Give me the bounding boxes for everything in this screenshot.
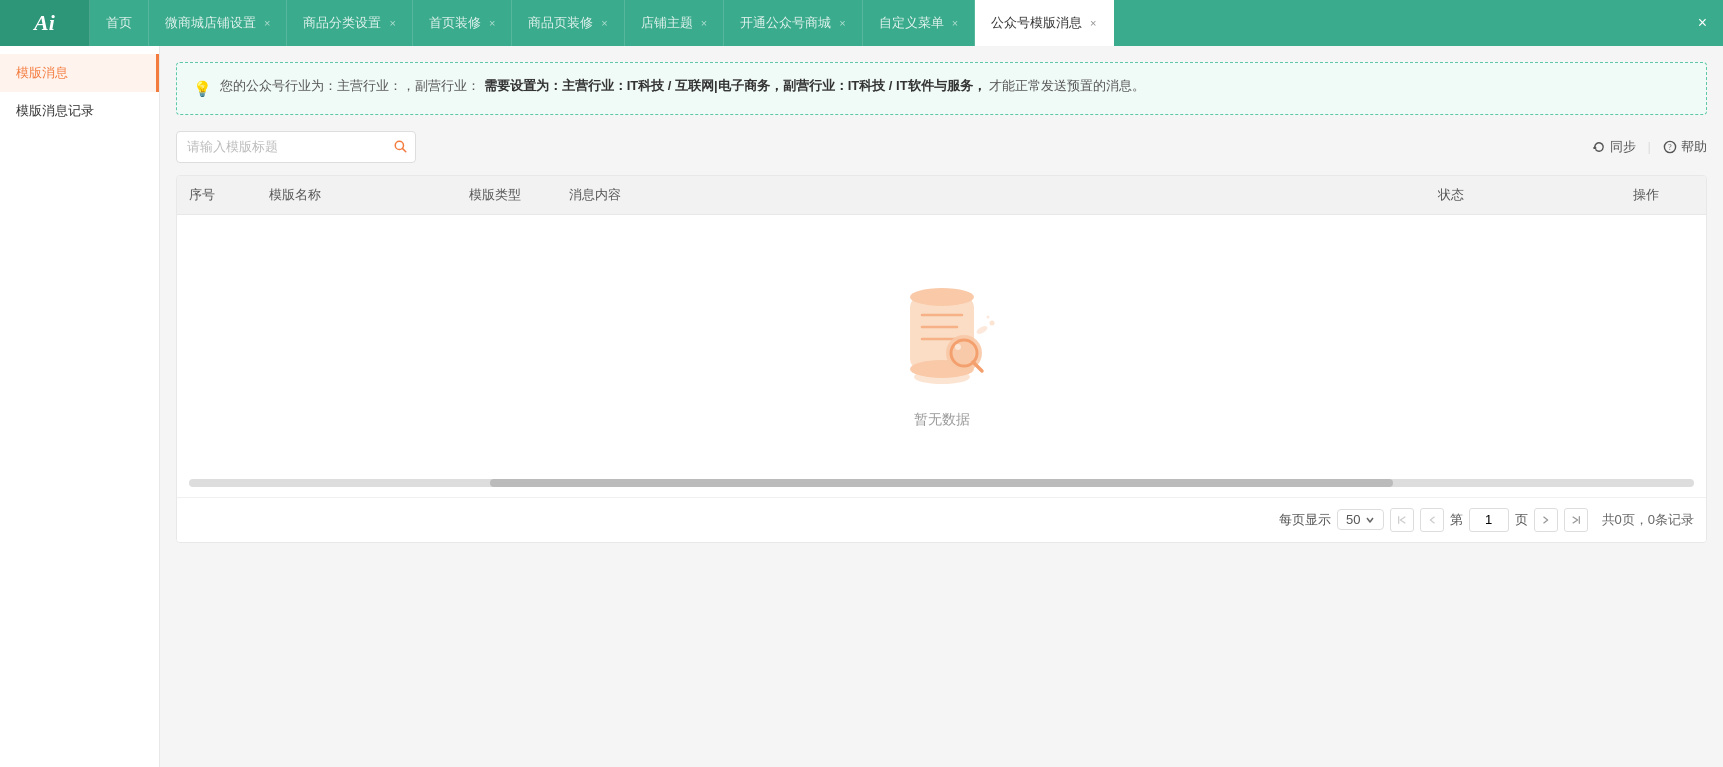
search-input[interactable] <box>176 131 416 163</box>
th-name: 模版名称 <box>257 176 457 214</box>
svg-line-1 <box>402 148 405 151</box>
svg-point-15 <box>975 324 988 335</box>
logo-area: Ai <box>0 0 90 46</box>
chevron-down-icon <box>1365 515 1375 525</box>
page-label: 第 <box>1450 511 1463 529</box>
prev-page-button[interactable] <box>1420 508 1444 532</box>
sidebar-item-template-msg[interactable]: 模版消息 <box>0 54 159 92</box>
search-button[interactable] <box>393 139 408 154</box>
notice-text: 您的公众号行业为：主营行业：，副营行业： 需要设置为：主营行业：IT科技 / 互… <box>220 75 1145 97</box>
divider: | <box>1648 139 1651 154</box>
nav-tab-open-mall[interactable]: 开通公众号商城 × <box>724 0 862 46</box>
nav-tab-close-template-msg[interactable]: × <box>1090 17 1096 29</box>
nav-tab-label-custom-menu: 自定义菜单 <box>879 14 944 32</box>
search-left <box>176 131 416 163</box>
nav-tab-label-home-decor: 首页装修 <box>429 14 481 32</box>
pagination: 每页显示 50 <box>177 497 1706 542</box>
page-size-value: 50 <box>1346 512 1360 527</box>
nav-tab-close-shop-settings[interactable]: × <box>264 17 270 29</box>
prev-page-icon <box>1428 515 1436 525</box>
search-icon <box>393 139 408 154</box>
sidebar-item-template-msg-log[interactable]: 模版消息记录 <box>0 92 159 130</box>
empty-text: 暂无数据 <box>914 411 970 429</box>
nav-tab-close-category-settings[interactable]: × <box>389 17 395 29</box>
search-input-wrap <box>176 131 416 163</box>
search-right: 同步 | ? 帮助 <box>1592 138 1707 156</box>
total-text: 共0页，0条记录 <box>1602 511 1694 529</box>
nav-tab-close-product-decor[interactable]: × <box>601 17 607 29</box>
search-bar: 同步 | ? 帮助 <box>176 131 1707 163</box>
nav-tab-custom-menu[interactable]: 自定义菜单 × <box>863 0 975 46</box>
table-header: 序号 模版名称 模版类型 消息内容 状态 操作 <box>177 176 1706 215</box>
content-area: 💡 您的公众号行业为：主营行业：，副营行业： 需要设置为：主营行业：IT科技 /… <box>160 46 1723 767</box>
sidebar-items: 模版消息模版消息记录 <box>0 54 159 130</box>
main-layout: 模版消息模版消息记录 💡 您的公众号行业为：主营行业：，副营行业： 需要设置为：… <box>0 46 1723 767</box>
page-size-label: 每页显示 <box>1279 511 1331 529</box>
nav-tab-label-product-decor: 商品页装修 <box>528 14 593 32</box>
th-status: 状态 <box>1426 176 1586 214</box>
th-action: 操作 <box>1586 176 1706 214</box>
svg-point-17 <box>986 315 989 318</box>
sync-button[interactable]: 同步 <box>1592 138 1636 156</box>
last-page-button[interactable] <box>1564 508 1588 532</box>
page-size-select[interactable]: 50 <box>1337 509 1383 530</box>
page-input[interactable] <box>1469 508 1509 532</box>
nav-tab-store-theme[interactable]: 店铺主题 × <box>625 0 724 46</box>
notice-icon: 💡 <box>193 76 212 102</box>
svg-point-6 <box>910 288 974 306</box>
empty-state: 暂无数据 <box>177 215 1706 469</box>
nav-tabs: 首页微商城店铺设置×商品分类设置×首页装修×商品页装修×店铺主题×开通公众号商城… <box>90 0 1682 46</box>
sync-icon <box>1592 140 1606 154</box>
nav-tab-product-decor[interactable]: 商品页装修 × <box>512 0 624 46</box>
nav-tab-label-template-msg: 公众号模版消息 <box>991 14 1082 32</box>
svg-point-16 <box>989 320 994 325</box>
top-nav: Ai 首页微商城店铺设置×商品分类设置×首页装修×商品页装修×店铺主题×开通公众… <box>0 0 1723 46</box>
th-seq: 序号 <box>177 176 257 214</box>
svg-text:?: ? <box>1668 143 1672 152</box>
nav-tab-label-shop-settings: 微商城店铺设置 <box>165 14 256 32</box>
nav-tab-shop-settings[interactable]: 微商城店铺设置 × <box>149 0 287 46</box>
nav-tab-label-store-theme: 店铺主题 <box>641 14 693 32</box>
help-icon: ? <box>1663 140 1677 154</box>
nav-tab-close-store-theme[interactable]: × <box>701 17 707 29</box>
scrollbar-thumb[interactable] <box>490 479 1393 487</box>
nav-tab-home[interactable]: 首页 <box>90 0 149 46</box>
nav-tab-close-custom-menu[interactable]: × <box>952 17 958 29</box>
help-button[interactable]: ? 帮助 <box>1663 138 1707 156</box>
empty-illustration <box>882 275 1002 395</box>
first-page-button[interactable] <box>1390 508 1414 532</box>
nav-tab-category-settings[interactable]: 商品分类设置 × <box>287 0 412 46</box>
nav-tab-home-decor[interactable]: 首页装修 × <box>413 0 512 46</box>
next-page-icon <box>1542 515 1550 525</box>
nav-tab-close-open-mall[interactable]: × <box>839 17 845 29</box>
first-page-icon <box>1397 515 1407 525</box>
nav-tab-template-msg[interactable]: 公众号模版消息 × <box>975 0 1113 46</box>
svg-point-14 <box>955 344 961 350</box>
th-type: 模版类型 <box>457 176 557 214</box>
nav-tab-label-category-settings: 商品分类设置 <box>303 14 381 32</box>
nav-tab-label-open-mall: 开通公众号商城 <box>740 14 831 32</box>
th-content: 消息内容 <box>557 176 1426 214</box>
nav-tab-label-home: 首页 <box>106 14 132 32</box>
nav-tab-close-home-decor[interactable]: × <box>489 17 495 29</box>
sidebar: 模版消息模版消息记录 <box>0 46 160 767</box>
scroll-area <box>177 469 1706 497</box>
page-unit: 页 <box>1515 511 1528 529</box>
global-close-button[interactable]: × <box>1682 0 1723 46</box>
next-page-button[interactable] <box>1534 508 1558 532</box>
logo-text: Ai <box>34 10 55 36</box>
notice-box: 💡 您的公众号行业为：主营行业：，副营行业： 需要设置为：主营行业：IT科技 /… <box>176 62 1707 115</box>
data-table: 序号 模版名称 模版类型 消息内容 状态 操作 <box>176 175 1707 543</box>
scrollbar-track[interactable] <box>189 479 1694 487</box>
last-page-icon <box>1571 515 1581 525</box>
